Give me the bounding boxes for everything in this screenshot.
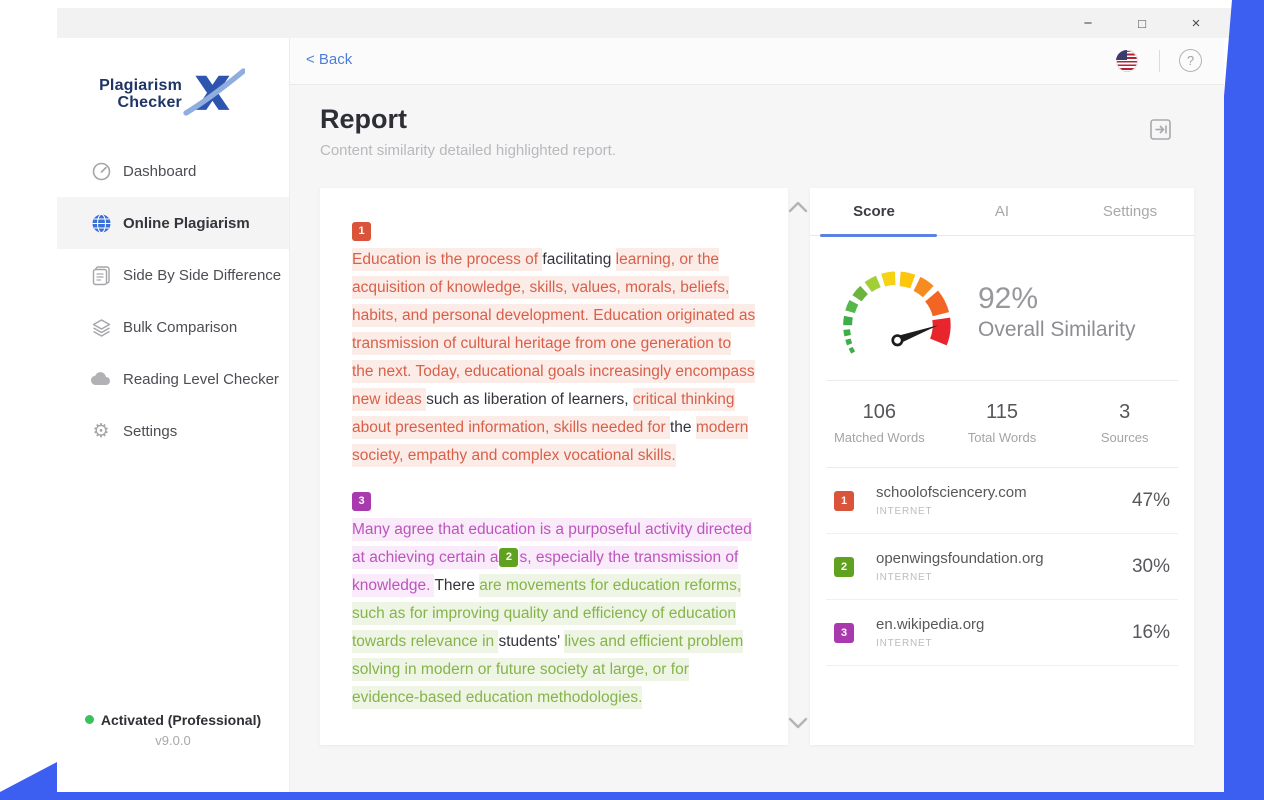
minimize-button[interactable]: − (1076, 11, 1100, 35)
source-type: INTERNET (876, 506, 1132, 517)
source-2-badge: 2 (834, 557, 854, 577)
page-subtitle: Content similarity detailed highlighted … (320, 142, 616, 159)
source-percent: 16% (1132, 622, 1170, 644)
dashboard-gauge-icon (90, 160, 112, 182)
source-1-badge: 1 (834, 491, 854, 511)
matched-text-source-1: Education is the process of (352, 248, 542, 271)
blue-edge-decoration (1224, 0, 1264, 800)
unmatched-text: the (670, 419, 696, 436)
status-dot-icon (85, 715, 94, 724)
source-row-2[interactable]: 2 openwingsfoundation.org INTERNET 30% (826, 534, 1178, 600)
globe-icon (90, 212, 112, 234)
sidebar-item-label: Bulk Comparison (123, 319, 237, 336)
source-domain: openwingsfoundation.org (876, 550, 1132, 567)
report-paragraph-1: 1 Education is the process of facilitati… (352, 222, 756, 470)
source-percent: 47% (1132, 490, 1170, 512)
unmatched-text: such as liberation of learners, (426, 391, 633, 408)
speedometer-gauge-icon (834, 258, 962, 366)
active-tab-underline (820, 234, 937, 237)
sidebar-item-label: Online Plagiarism (123, 215, 250, 232)
help-icon[interactable]: ? (1179, 49, 1202, 72)
highlighted-report-panel: 1 Education is the process of facilitati… (320, 188, 788, 745)
source-1-badge[interactable]: 1 (352, 222, 371, 241)
score-panel: Score AI Settings (810, 188, 1194, 745)
sidebar-item-label: Settings (123, 423, 177, 440)
app-version: v9.0.0 (57, 733, 289, 748)
source-type: INTERNET (876, 638, 1132, 649)
source-3-badge[interactable]: 3 (352, 492, 371, 511)
maximize-button[interactable]: □ (1130, 11, 1154, 35)
source-row-1[interactable]: 1 schoolofsciencery.com INTERNET 47% (826, 468, 1178, 534)
tab-score[interactable]: Score (810, 188, 938, 235)
unmatched-text: There (434, 577, 479, 594)
sidebar-item-online-plagiarism[interactable]: Online Plagiarism (57, 197, 289, 249)
gear-icon: ⚙ (90, 420, 112, 442)
source-domain: schoolofsciencery.com (876, 484, 1132, 501)
sidebar-item-side-by-side[interactable]: Side By Side Difference (57, 249, 289, 301)
sidebar-item-settings[interactable]: ⚙ Settings (57, 405, 289, 457)
sidebar: Plagiarism Checker Dashboard Online Plag… (57, 38, 290, 792)
close-button[interactable]: × (1184, 11, 1208, 35)
similarity-percent: 92% (978, 282, 1136, 316)
sidebar-item-label: Reading Level Checker (123, 371, 279, 388)
source-3-badge: 3 (834, 623, 854, 643)
logo-x-icon (183, 66, 245, 123)
stat-sources: 3 Sources (1063, 401, 1186, 445)
main-content: Report Content similarity detailed highl… (290, 85, 1224, 792)
source-percent: 30% (1132, 556, 1170, 578)
tab-settings[interactable]: Settings (1066, 188, 1194, 235)
report-paragraph-2: 3 Many agree that education is a purpose… (352, 492, 756, 712)
similarity-gauge-row: 92% Overall Similarity (810, 236, 1194, 380)
back-button[interactable]: < Back (306, 51, 352, 68)
stat-matched-words: 106 Matched Words (818, 401, 941, 445)
top-navigation-bar: < Back ? (290, 38, 1224, 85)
export-icon[interactable] (1148, 118, 1172, 142)
unmatched-text: students' (498, 633, 564, 650)
stats-row: 106 Matched Words 115 Total Words 3 Sour… (810, 381, 1194, 467)
sources-list: 1 schoolofsciencery.com INTERNET 47% 2 o… (810, 468, 1194, 666)
separator (1159, 50, 1160, 72)
sidebar-item-reading-level[interactable]: Reading Level Checker (57, 353, 289, 405)
score-panel-tabs: Score AI Settings (810, 188, 1194, 236)
tab-ai[interactable]: AI (938, 188, 1066, 235)
similarity-label: Overall Similarity (978, 318, 1136, 342)
scroll-up-icon[interactable] (786, 198, 810, 218)
app-logo: Plagiarism Checker (57, 65, 245, 123)
sidebar-item-label: Side By Side Difference (123, 267, 281, 284)
scroll-down-icon[interactable] (786, 714, 810, 734)
unmatched-text: facilitating (542, 251, 615, 268)
sidebar-item-dashboard[interactable]: Dashboard (57, 145, 289, 197)
activation-label: Activated (Professional) (101, 712, 261, 728)
source-domain: en.wikipedia.org (876, 616, 1132, 633)
document-icon (90, 264, 112, 286)
matched-text-source-1: learning, or the acquisition of knowledg… (352, 248, 755, 411)
source-type: INTERNET (876, 572, 1132, 583)
blue-corner-triangle (0, 762, 57, 792)
sidebar-item-bulk-comparison[interactable]: Bulk Comparison (57, 301, 289, 353)
page-title: Report (320, 104, 407, 135)
stat-total-words: 115 Total Words (941, 401, 1064, 445)
blue-bottom-bar (0, 792, 1264, 800)
sidebar-nav: Dashboard Online Plagiarism Side By Side… (57, 145, 289, 457)
source-row-3[interactable]: 3 en.wikipedia.org INTERNET 16% (826, 600, 1178, 666)
cloud-icon (90, 368, 112, 390)
overall-similarity: 92% Overall Similarity (978, 282, 1136, 342)
layers-icon (90, 316, 112, 338)
activation-status: Activated (Professional) v9.0.0 (57, 711, 289, 748)
window-controls: − □ × (1076, 8, 1208, 38)
app-logo-text: Plagiarism Checker (99, 77, 182, 111)
source-2-badge[interactable]: 2 (499, 548, 518, 567)
us-flag-language-icon[interactable] (1116, 50, 1138, 72)
sidebar-item-label: Dashboard (123, 163, 196, 180)
titlebar: − □ × (57, 8, 1232, 38)
